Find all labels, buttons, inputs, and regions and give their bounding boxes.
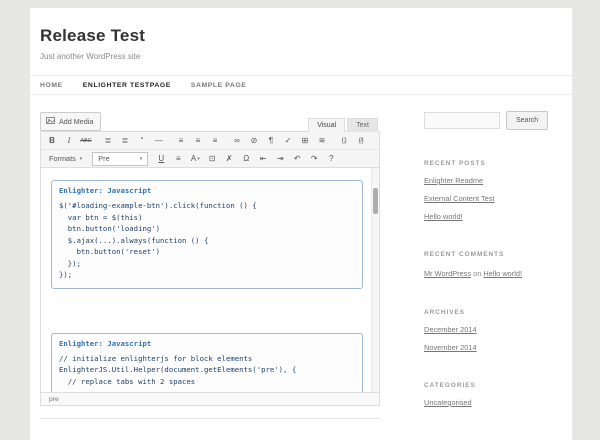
code-block: Enlighter: Javascript $('#loading-exampl… — [51, 180, 363, 289]
search-widget: Search — [424, 111, 562, 130]
justify-button[interactable]: ≡ — [170, 152, 186, 166]
tab-visual[interactable]: Visual — [308, 118, 345, 132]
block-format-dropdown[interactable]: Pre ▾ — [92, 152, 148, 166]
indent-button[interactable]: ⇥ — [272, 152, 288, 166]
recent-comments-heading: RECENT COMMENTS — [424, 251, 562, 258]
editor-scrollbar[interactable] — [371, 168, 379, 392]
recent-post-link[interactable]: Hello world! — [424, 212, 562, 221]
editor-content-area[interactable]: Enlighter: Javascript $('#loading-exampl… — [41, 168, 379, 392]
fullscreen-button[interactable]: ⊞ — [297, 134, 313, 148]
link-button[interactable]: ∞ — [229, 134, 245, 148]
add-media-button[interactable]: Add Media — [40, 112, 101, 131]
bullet-list-button[interactable]: ≣ — [100, 134, 116, 148]
site-tagline: Just another WordPress site — [40, 52, 562, 61]
nav-item-enlighter-testpage[interactable]: ENLIGHTER TESTPAGE — [83, 82, 171, 89]
numbered-list-button[interactable]: ≣ — [117, 134, 133, 148]
chevron-down-icon: ▾ — [80, 156, 83, 162]
formats-label: Formats — [49, 154, 76, 163]
scrollbar-thumb[interactable] — [373, 188, 378, 214]
code-line: // initialize enlighterjs for block elem… — [59, 353, 355, 365]
undo-button[interactable]: ↶ — [289, 152, 305, 166]
main-nav: HOME ENLIGHTER TESTPAGE SAMPLE PAGE — [30, 75, 572, 95]
align-right-button[interactable]: ≡ — [207, 134, 223, 148]
paste-as-text-button[interactable]: ⊡ — [204, 152, 220, 166]
blockquote-button[interactable]: “ — [134, 134, 150, 148]
editor-column: Add Media Visual Text B I ABC ≣ ≣ “ — — [40, 109, 380, 419]
code-line: // replace tabs with 2 spaces — [59, 376, 355, 388]
toolbar-row1: B I ABC ≣ ≣ “ — ≡ ≡ ≡ ∞ ⊘ ¶ ✓ — [41, 132, 379, 150]
underline-button[interactable]: U — [153, 152, 169, 166]
toolbar-row2: Formats ▾ Pre ▾ U ≡ A▾ ⊡ ✗ Ω ⇤ ⇥ ↶ — [41, 150, 379, 168]
enlighter-codegroup-button[interactable]: {/} — [353, 134, 369, 148]
code-line: btn.button('reset') — [59, 246, 355, 258]
media-row: Add Media Visual Text — [40, 109, 380, 131]
nav-item-home[interactable]: HOME — [40, 82, 63, 89]
category-link[interactable]: Uncategorised — [424, 398, 562, 407]
comment-author-link[interactable]: Mr WordPress — [424, 269, 471, 278]
chevron-down-icon: ▾ — [140, 156, 143, 162]
search-button[interactable]: Search — [506, 111, 548, 130]
redo-button[interactable]: ↷ — [306, 152, 322, 166]
code-block: Enlighter: Javascript // initialize enli… — [51, 333, 363, 393]
archives-heading: ARCHIVES — [424, 309, 562, 316]
code-line: btn.button('loading') — [59, 223, 355, 235]
add-media-label: Add Media — [59, 117, 93, 126]
toolbar-toggle-button[interactable]: ≋ — [314, 134, 330, 148]
tab-text[interactable]: Text — [347, 118, 378, 132]
page-card: Release Test Just another WordPress site… — [30, 8, 572, 440]
chevron-down-icon: ▾ — [197, 156, 200, 162]
code-line: $('#loading-example-btn').click(function… — [59, 200, 355, 212]
recent-post-link[interactable]: Enlighter Readme — [424, 176, 562, 185]
text-color-label: A — [191, 154, 196, 163]
recent-posts-heading: RECENT POSTS — [424, 160, 562, 167]
horizontal-rule-button[interactable]: — — [151, 134, 167, 148]
outdent-button[interactable]: ⇤ — [255, 152, 271, 166]
editor-statusbar: pre — [41, 392, 379, 405]
comment-post-link[interactable]: Hello world! — [483, 269, 522, 278]
formats-dropdown[interactable]: Formats ▾ — [44, 152, 87, 166]
site-header: Release Test Just another WordPress site — [30, 8, 572, 61]
bold-button[interactable]: B — [44, 134, 60, 148]
categories-heading: CATEGORIES — [424, 382, 562, 389]
recent-comment-item: Mr WordPress on Hello world! — [424, 268, 562, 279]
code-block-title: Enlighter: Javascript — [59, 186, 355, 195]
more-tag-button[interactable]: ¶ — [263, 134, 279, 148]
spellcheck-button[interactable]: ✓ — [280, 134, 296, 148]
help-button[interactable]: ? — [323, 152, 339, 166]
code-line: }); — [59, 258, 355, 270]
code-line: EnlighterJS.Util.Helper(document.getElem… — [59, 364, 355, 376]
unlink-button[interactable]: ⊘ — [246, 134, 262, 148]
content-columns: Add Media Visual Text B I ABC ≣ ≣ “ — — [30, 109, 572, 419]
comment-connector: on — [471, 269, 483, 278]
add-media-icon — [46, 116, 55, 127]
element-path[interactable]: pre — [49, 396, 59, 403]
enlighter-insert-button[interactable]: {;} — [336, 134, 352, 148]
code-line: $.ajax(...).always(function () { — [59, 235, 355, 247]
archive-link[interactable]: November 2014 — [424, 343, 562, 352]
nav-item-sample-page[interactable]: SAMPLE PAGE — [191, 82, 247, 89]
archive-link[interactable]: December 2014 — [424, 325, 562, 334]
editor-frame: B I ABC ≣ ≣ “ — ≡ ≡ ≡ ∞ ⊘ ¶ ✓ — [40, 131, 380, 406]
strikethrough-button[interactable]: ABC — [78, 134, 94, 148]
text-color-button[interactable]: A▾ — [187, 152, 203, 166]
search-input[interactable] — [424, 112, 500, 129]
site-title[interactable]: Release Test — [40, 26, 562, 46]
code-line: var btn = $(this) — [59, 212, 355, 224]
recent-post-link[interactable]: External Content Test — [424, 194, 562, 203]
sidebar: Search RECENT POSTS Enlighter Readme Ext… — [424, 109, 562, 419]
special-character-button[interactable]: Ω — [238, 152, 254, 166]
align-left-button[interactable]: ≡ — [173, 134, 189, 148]
code-line: }); — [59, 269, 355, 281]
clear-formatting-button[interactable]: ✗ — [221, 152, 237, 166]
code-block-title: Enlighter: Javascript — [59, 339, 355, 348]
block-format-value: Pre — [98, 154, 109, 163]
align-center-button[interactable]: ≡ — [190, 134, 206, 148]
editor-mode-tabs: Visual Text — [308, 117, 378, 131]
italic-button[interactable]: I — [61, 134, 77, 148]
divider — [40, 418, 380, 419]
